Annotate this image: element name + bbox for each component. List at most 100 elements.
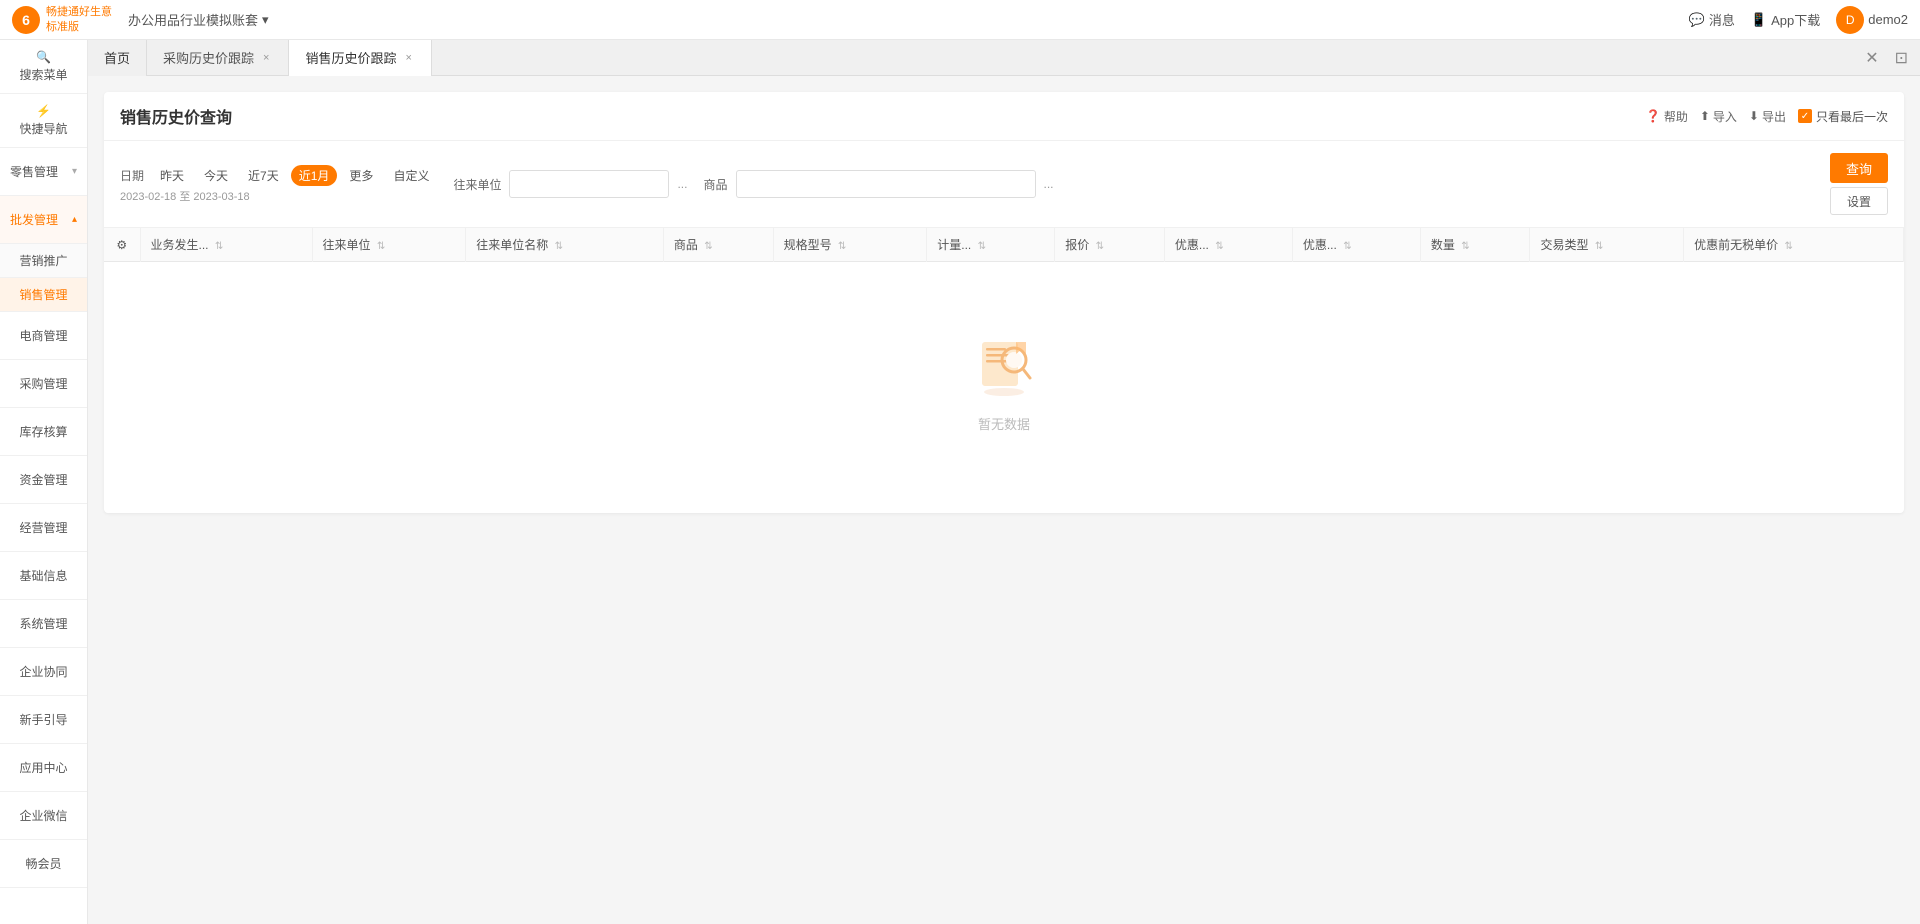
logo-icon: 6 <box>12 6 40 34</box>
tab-close-sales[interactable]: × <box>402 51 414 65</box>
sort-icon: ⇅ <box>1096 241 1104 252</box>
sort-icon: ⇅ <box>1215 241 1223 252</box>
tab-bar-right: ✕ ⊡ <box>1861 46 1920 70</box>
col-unit[interactable]: 计量... ⇅ <box>927 228 1055 262</box>
tab-home[interactable]: 首页 <box>88 40 147 76</box>
col-price[interactable]: 报价 ⇅ <box>1055 228 1165 262</box>
help-icon: ❓ <box>1646 109 1661 123</box>
sort-icon: ⇅ <box>978 241 986 252</box>
col-goods[interactable]: 商品 ⇅ <box>663 228 773 262</box>
filter-goods-group: 商品 ... <box>703 170 1053 198</box>
main-layout: 🔍 搜索菜单 ⚡ 快捷导航 零售管理 ▾ 批发管理 ▴ 营销推广 销售管理 电商… <box>0 40 1920 924</box>
sidebar-item-enterprise-collab[interactable]: 企业协同 <box>0 648 87 696</box>
chip-custom[interactable]: 自定义 <box>385 165 437 186</box>
setting-button[interactable]: 设置 <box>1830 187 1888 215</box>
sidebar-item-inventory[interactable]: 库存核算 <box>0 408 87 456</box>
sort-icon: ⇅ <box>377 241 385 252</box>
import-action[interactable]: ⬆ 导入 <box>1700 108 1737 125</box>
filter-date-chips: 日期 昨天 今天 近7天 近1月 更多 自定义 <box>120 165 437 186</box>
col-partner-id[interactable]: 往来单位 ⇅ <box>312 228 466 262</box>
chip-yesterday[interactable]: 昨天 <box>152 165 192 186</box>
chip-1month[interactable]: 近1月 <box>291 165 338 186</box>
tab-sales-history[interactable]: 销售历史价跟踪 × <box>289 40 431 76</box>
sidebar-item-basic-info[interactable]: 基础信息 <box>0 552 87 600</box>
sidebar-item-ecommerce[interactable]: 电商管理 <box>0 312 87 360</box>
header-left: 6 畅捷通好生意 标准版 办公用品行业模拟账套 ▾ <box>12 5 277 34</box>
help-action[interactable]: ❓ 帮助 <box>1646 108 1688 125</box>
wholesale-label: 批发管理 <box>10 211 58 228</box>
chip-more[interactable]: 更多 <box>341 165 381 186</box>
col-biz-date[interactable]: 业务发生... ⇅ <box>140 228 312 262</box>
sidebar-item-finance[interactable]: 资金管理 <box>0 456 87 504</box>
empty-state: 暂无数据 <box>104 262 1904 513</box>
sidebar-item-marketing[interactable]: 营销推广 <box>0 244 87 278</box>
date-label: 日期 <box>120 167 144 184</box>
page-title: 销售历史价查询 <box>120 104 232 128</box>
user-action[interactable]: D demo2 <box>1836 6 1908 34</box>
page-card: 销售历史价查询 ❓ 帮助 ⬆ 导入 ⬇ 导出 <box>104 92 1904 513</box>
sidebar-item-new-guide[interactable]: 新手引导 <box>0 696 87 744</box>
chevron-down-icon: ▾ <box>262 12 269 28</box>
content-area: 首页 采购历史价跟踪 × 销售历史价跟踪 × ✕ ⊡ 销售历史价查询 <box>88 40 1920 924</box>
sidebar-item-operations[interactable]: 经营管理 <box>0 504 87 552</box>
col-partner-name[interactable]: 往来单位名称 ⇅ <box>466 228 664 262</box>
import-icon: ⬆ <box>1700 109 1710 123</box>
export-action[interactable]: ⬇ 导出 <box>1749 108 1786 125</box>
sidebar-item-search[interactable]: 🔍 搜索菜单 <box>0 40 87 94</box>
sidebar: 🔍 搜索菜单 ⚡ 快捷导航 零售管理 ▾ 批发管理 ▴ 营销推广 销售管理 电商… <box>0 40 88 924</box>
checkbox-icon <box>1798 109 1812 123</box>
close-window-button[interactable]: ✕ <box>1861 46 1882 70</box>
goods-input[interactable] <box>736 170 1036 198</box>
chip-7days[interactable]: 近7天 <box>240 165 287 186</box>
chip-today[interactable]: 今天 <box>196 165 236 186</box>
app-download-action[interactable]: 📱 App下载 <box>1751 10 1820 29</box>
chevron-down-icon: ▾ <box>72 166 77 177</box>
chevron-up-icon: ▴ <box>72 214 77 225</box>
col-quantity[interactable]: 数量 ⇅ <box>1420 228 1530 262</box>
app-selector[interactable]: 办公用品行业模拟账套 ▾ <box>120 6 277 33</box>
col-trade-type[interactable]: 交易类型 ⇅ <box>1530 228 1684 262</box>
col-spec[interactable]: 规格型号 ⇅ <box>773 228 927 262</box>
goods-label: 商品 <box>703 176 727 193</box>
filter-bar: 日期 昨天 今天 近7天 近1月 更多 自定义 2023-02-18 至 202… <box>104 141 1904 228</box>
sidebar-item-retail[interactable]: 零售管理 ▾ <box>0 148 87 196</box>
goods-dots[interactable]: ... <box>1044 177 1054 191</box>
sidebar-item-quick-nav[interactable]: ⚡ 快捷导航 <box>0 94 87 148</box>
col-tax-price[interactable]: 优惠前无税单价 ⇅ <box>1684 228 1904 262</box>
export-icon: ⬇ <box>1749 109 1759 123</box>
nav-icon: ⚡ <box>36 104 51 118</box>
sidebar-item-app-center[interactable]: 应用中心 <box>0 744 87 792</box>
table-container: ⚙ 业务发生... ⇅ 往来单位 ⇅ 往来单位名称 <box>104 228 1904 262</box>
sort-icon: ⇅ <box>555 241 563 252</box>
logo-text: 畅捷通好生意 标准版 <box>46 5 112 34</box>
sort-icon: ⇅ <box>1343 241 1351 252</box>
col-discount2[interactable]: 优惠... ⇅ <box>1292 228 1420 262</box>
empty-icon <box>964 322 1044 402</box>
col-discount1[interactable]: 优惠... ⇅ <box>1164 228 1292 262</box>
sidebar-item-purchase[interactable]: 采购管理 <box>0 360 87 408</box>
sidebar-item-wholesale[interactable]: 批发管理 ▴ <box>0 196 87 244</box>
partner-input[interactable] <box>509 170 669 198</box>
date-range-text: 2023-02-18 至 2023-03-18 <box>120 188 437 204</box>
sidebar-item-enterprise-wechat[interactable]: 企业微信 <box>0 792 87 840</box>
partner-dots[interactable]: ... <box>677 177 687 191</box>
sidebar-item-sales-mgmt[interactable]: 销售管理 <box>0 278 87 312</box>
filter-partner-group: 往来单位 ... <box>453 170 687 198</box>
page-title-actions: ❓ 帮助 ⬆ 导入 ⬇ 导出 只看最后一次 <box>1646 108 1888 125</box>
message-icon: 💬 <box>1689 12 1705 28</box>
sidebar-item-system[interactable]: 系统管理 <box>0 600 87 648</box>
page-content: 销售历史价查询 ❓ 帮助 ⬆ 导入 ⬇ 导出 <box>88 76 1920 924</box>
top-header: 6 畅捷通好生意 标准版 办公用品行业模拟账套 ▾ 💬 消息 📱 App下载 D… <box>0 0 1920 40</box>
message-action[interactable]: 💬 消息 <box>1689 10 1735 29</box>
col-settings[interactable]: ⚙ <box>104 228 140 262</box>
only-last-checkbox[interactable]: 只看最后一次 <box>1798 108 1888 125</box>
maximize-button[interactable]: ⊡ <box>1891 46 1912 70</box>
sidebar-item-member[interactable]: 畅会员 <box>0 840 87 888</box>
download-icon: 📱 <box>1751 12 1767 28</box>
tab-close-purchase[interactable]: × <box>260 51 272 65</box>
tab-purchase-history[interactable]: 采购历史价跟踪 × <box>147 40 289 76</box>
partner-label: 往来单位 <box>453 176 501 193</box>
data-table: ⚙ 业务发生... ⇅ 往来单位 ⇅ 往来单位名称 <box>104 228 1904 262</box>
sort-icon: ⇅ <box>1595 241 1603 252</box>
query-button[interactable]: 查询 <box>1830 153 1888 183</box>
